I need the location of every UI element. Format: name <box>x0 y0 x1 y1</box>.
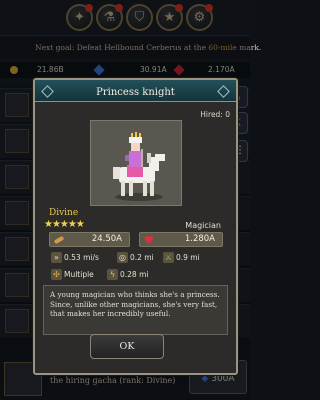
princess-knight-sprite <box>113 132 165 201</box>
speed-value: 0.53 mi/s <box>64 253 99 262</box>
reach-stat: ⚔ 0.9 mi <box>163 252 200 263</box>
ornament-icon <box>217 85 230 98</box>
unit-detail-modal: Princess knight Hired: 0 Divine ★★★★★ Ma… <box>33 78 238 375</box>
modal-title: Princess knight <box>96 87 175 98</box>
aoe-stat: ϟ 0.28 mi <box>107 269 148 280</box>
speed-icon: » <box>51 252 62 263</box>
lightning-icon: ϟ <box>107 269 118 280</box>
multiple-targets-icon: ✣ <box>51 269 62 280</box>
unit-description: A young magician who thinks she's a prin… <box>43 285 228 335</box>
target-icon: ◎ <box>117 252 128 263</box>
modal-header: Princess knight <box>35 80 236 102</box>
speed-stat: » 0.53 mi/s <box>51 252 99 263</box>
heart-icon <box>144 236 154 244</box>
sword-icon: ⚔ <box>163 252 174 263</box>
range-value: 0.2 mi <box>130 253 154 262</box>
unit-class: Magician <box>185 221 221 230</box>
target-type-stat: ✣ Multiple <box>51 269 94 280</box>
target-type-value: Multiple <box>64 270 94 279</box>
baguette-attack-icon <box>54 236 64 244</box>
reach-value: 0.9 mi <box>176 253 200 262</box>
ornament-icon <box>41 85 54 98</box>
range-stat: ◎ 0.2 mi <box>117 252 154 263</box>
ok-button[interactable]: OK <box>90 334 164 359</box>
rank-label: Divine <box>49 208 79 218</box>
health-stat: 1.280A <box>139 232 223 247</box>
attack-stat: 24.50A <box>49 232 130 247</box>
star-rating: ★★★★★ <box>44 219 85 230</box>
health-value: 1.280A <box>184 234 215 244</box>
hired-count: Hired: 0 <box>200 110 230 119</box>
attack-value: 24.50A <box>91 234 122 244</box>
unit-portrait <box>90 120 182 206</box>
aoe-value: 0.28 mi <box>120 270 149 279</box>
